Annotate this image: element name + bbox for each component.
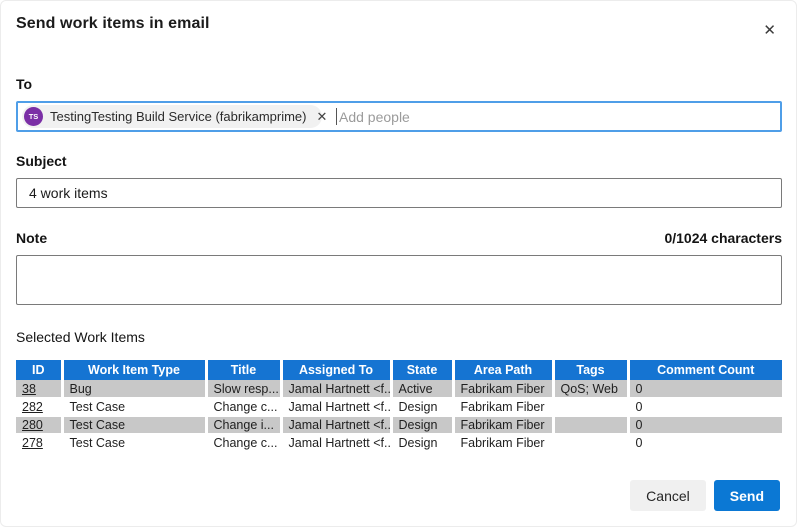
table-row: 282 Test Case Change c... Jamal Hartnett… [16, 398, 782, 417]
cell-state: Design [391, 416, 455, 435]
recipient-name: TestingTesting Build Service (fabrikampr… [50, 109, 307, 124]
text-caret [336, 108, 337, 125]
work-items-table: ID Work Item Type Title Assigned To Stat… [16, 360, 782, 453]
work-item-id-link[interactable]: 280 [22, 418, 43, 432]
cell-tags [553, 416, 630, 435]
work-item-id-link[interactable]: 38 [22, 382, 36, 396]
cell-title: Slow resp... [206, 380, 283, 399]
table-row: 38 Bug Slow resp... Jamal Hartnett <f...… [16, 380, 782, 399]
cell-state: Design [391, 434, 455, 453]
work-item-id-link[interactable]: 278 [22, 436, 43, 450]
cell-tags [553, 434, 630, 453]
cell-work-item-type: Test Case [62, 434, 208, 453]
cell-comment-count: 0 [628, 416, 782, 435]
column-header-id: ID [16, 360, 64, 380]
cell-title: Change i... [206, 416, 283, 435]
to-label: To [16, 76, 33, 92]
table-header-row: ID Work Item Type Title Assigned To Stat… [16, 360, 782, 380]
note-textarea[interactable] [16, 255, 782, 305]
send-button[interactable]: Send [713, 480, 780, 511]
column-header-area-path: Area Path [453, 360, 555, 380]
note-header: Note 0/1024 characters [16, 230, 782, 246]
recipient-chip[interactable]: TS TestingTesting Build Service (fabrika… [22, 105, 327, 128]
cell-comment-count: 0 [628, 398, 782, 417]
note-label: Note [16, 230, 48, 246]
column-header-tags: Tags [553, 360, 630, 380]
dialog-footer: Cancel Send [630, 480, 780, 511]
subject-label: Subject [16, 153, 67, 169]
cell-title: Change c... [206, 434, 283, 453]
remove-recipient-icon[interactable]: ✕ [316, 110, 327, 123]
cell-comment-count: 0 [628, 434, 782, 453]
dialog-header: Send work items in email ✕ [16, 15, 780, 42]
selected-work-items-label: Selected Work Items [16, 329, 145, 345]
work-item-id-link[interactable]: 282 [22, 400, 43, 414]
cancel-button[interactable]: Cancel [630, 480, 706, 511]
cell-assigned-to: Jamal Hartnett <f... [281, 434, 393, 453]
column-header-comment-count: Comment Count [628, 360, 782, 380]
cell-assigned-to: Jamal Hartnett <f... [281, 416, 393, 435]
cell-area-path: Fabrikam Fiber [453, 434, 555, 453]
cell-area-path: Fabrikam Fiber [453, 416, 555, 435]
column-header-assigned-to: Assigned To [281, 360, 393, 380]
dialog-title: Send work items in email [16, 15, 210, 32]
cell-state: Active [391, 380, 455, 399]
cell-state: Design [391, 398, 455, 417]
cell-assigned-to: Jamal Hartnett <f... [281, 398, 393, 417]
cell-area-path: Fabrikam Fiber [453, 398, 555, 417]
cell-work-item-type: Test Case [62, 398, 208, 417]
character-counter: 0/1024 characters [664, 230, 782, 246]
column-header-work-item-type: Work Item Type [62, 360, 208, 380]
table-row: 278 Test Case Change c... Jamal Hartnett… [16, 434, 782, 453]
cell-work-item-type: Bug [62, 380, 208, 399]
cell-comment-count: 0 [628, 380, 782, 399]
send-work-items-dialog: Send work items in email ✕ To TS Testing… [0, 0, 797, 527]
cell-area-path: Fabrikam Fiber [453, 380, 555, 399]
avatar: TS [24, 107, 43, 126]
cell-tags [553, 398, 630, 417]
cell-assigned-to: Jamal Hartnett <f... [281, 380, 393, 399]
add-people-placeholder: Add people [339, 108, 410, 125]
close-icon[interactable]: ✕ [759, 17, 780, 42]
column-header-title: Title [206, 360, 283, 380]
cell-tags: QoS; Web [553, 380, 630, 399]
cell-work-item-type: Test Case [62, 416, 208, 435]
table-row: 280 Test Case Change i... Jamal Hartnett… [16, 416, 782, 435]
to-input[interactable]: TS TestingTesting Build Service (fabrika… [16, 101, 782, 132]
cell-title: Change c... [206, 398, 283, 417]
column-header-state: State [391, 360, 455, 380]
subject-input[interactable] [16, 178, 782, 208]
